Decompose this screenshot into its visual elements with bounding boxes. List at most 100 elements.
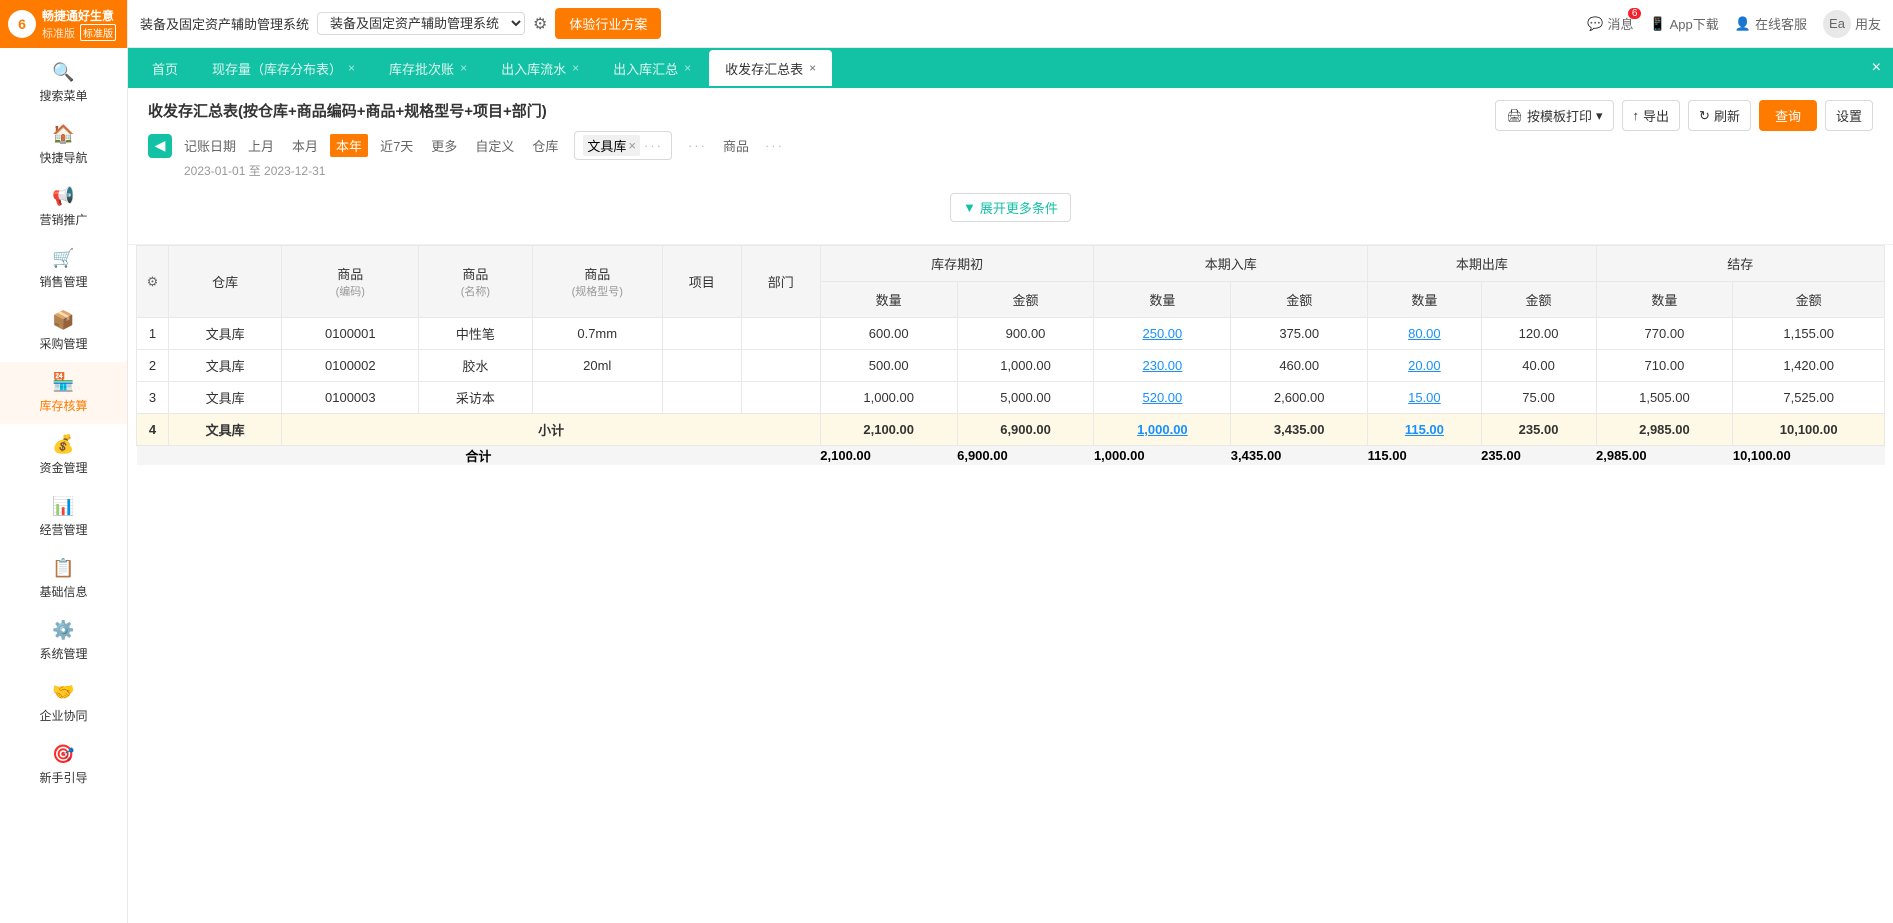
row-begin-amount: 900.00 <box>957 318 1094 350</box>
date-btn-more[interactable]: 更多 <box>425 134 463 157</box>
print-icon: 🖨 <box>1506 108 1523 124</box>
tabbar: 首页 现存量（库存分布表） × 库存批次账 × 出入库流水 × 出入库汇总 × … <box>128 48 1893 88</box>
sub-warehouse: 文具库 <box>169 414 282 446</box>
col-in-amount: 金额 <box>1231 282 1368 318</box>
date-btn-this-year[interactable]: 本年 <box>330 134 368 157</box>
tab-inout-summary-close[interactable]: × <box>684 61 691 75</box>
table-settings-btn[interactable]: 设置 <box>1825 100 1873 131</box>
sidebar-item-sales[interactable]: 🛒 销售管理 <box>0 238 127 300</box>
row-begin-qty: 500.00 <box>820 350 957 382</box>
tab-inout-flow[interactable]: 出入库流水 × <box>485 50 595 86</box>
row-out-qty[interactable]: 15.00 <box>1368 382 1481 414</box>
sub-no: 4 <box>137 414 169 446</box>
col-out-amount: 金额 <box>1481 282 1596 318</box>
row-project <box>662 318 741 350</box>
user-menu[interactable]: Ea 用友 <box>1823 10 1881 38</box>
topbar-right: 💬 消息 6 📱 App下载 👤 在线客服 Ea 用友 <box>1587 10 1881 38</box>
row-begin-qty: 600.00 <box>820 318 957 350</box>
row-project <box>662 350 741 382</box>
sidebar-item-newbie[interactable]: 🎯 新手引导 <box>0 734 127 796</box>
row-begin-qty: 1,000.00 <box>820 382 957 414</box>
service-icon: 👤 <box>1735 16 1751 32</box>
sidebar-item-corp[interactable]: 🤝 企业协同 <box>0 672 127 734</box>
row-in-qty[interactable]: 230.00 <box>1094 350 1231 382</box>
tab-batch[interactable]: 库存批次账 × <box>373 50 483 86</box>
date-btn-custom[interactable]: 自定义 <box>469 134 520 157</box>
tab-home[interactable]: 首页 <box>136 50 194 86</box>
col-bal-amount: 金额 <box>1733 282 1885 318</box>
row-in-qty[interactable]: 520.00 <box>1094 382 1231 414</box>
warehouse-more-dots[interactable]: ··· <box>644 138 663 153</box>
date-btn-this-month[interactable]: 本月 <box>286 134 324 157</box>
row-out-amount: 40.00 <box>1481 350 1596 382</box>
date-range-display: 2023-01-01 至 2023-12-31 <box>184 162 1873 179</box>
tab-inout-summary[interactable]: 出入库汇总 × <box>597 50 707 86</box>
col-out-qty: 数量 <box>1368 282 1481 318</box>
message-icon: 💬 <box>1587 16 1603 32</box>
message-btn[interactable]: 💬 消息 6 <box>1587 14 1633 33</box>
filter-toggle-btn[interactable]: ◀ <box>148 134 172 158</box>
tab-recv-send[interactable]: 收发存汇总表 × <box>709 50 832 86</box>
col-warehouse: 仓库 <box>169 246 282 318</box>
col-dept: 部门 <box>741 246 820 318</box>
tab-inout-flow-close[interactable]: × <box>572 61 579 75</box>
system-select[interactable]: 装备及固定资产辅助管理系统 <box>317 12 525 35</box>
marketing-icon: 📢 <box>52 186 74 207</box>
sidebar-item-inventory[interactable]: 🏪 库存核算 <box>0 362 127 424</box>
tab-stock-dist[interactable]: 现存量（库存分布表） × <box>196 50 371 86</box>
goods-dots[interactable]: ··· <box>765 138 784 153</box>
row-dept <box>741 382 820 414</box>
online-service-btn[interactable]: 👤 在线客服 <box>1735 14 1807 33</box>
sidebar-item-basic[interactable]: 📋 基础信息 <box>0 548 127 610</box>
col-period-begin: 库存期初 <box>820 246 1094 282</box>
tabbar-close-btn[interactable]: × <box>1872 59 1881 77</box>
row-in-qty[interactable]: 250.00 <box>1094 318 1231 350</box>
row-no: 1 <box>137 318 169 350</box>
total-in-qty: 1,000.00 <box>1094 446 1231 466</box>
warehouse-selector[interactable]: 文具库 × ··· <box>574 131 672 160</box>
system-icon: ⚙️ <box>52 620 74 641</box>
query-btn[interactable]: 查询 <box>1759 100 1817 131</box>
total-out-qty: 115.00 <box>1368 446 1481 466</box>
corp-icon: 🤝 <box>52 682 74 703</box>
warehouse-tag-close[interactable]: × <box>628 138 636 153</box>
row-name: 胶水 <box>419 350 532 382</box>
refresh-btn[interactable]: ↻ 刷新 <box>1688 100 1751 131</box>
col-code: 商品(编码) <box>282 246 419 318</box>
trial-btn[interactable]: 体验行业方案 <box>555 8 661 39</box>
sidebar-item-purchase[interactable]: 📦 采购管理 <box>0 300 127 362</box>
sidebar-item-quick[interactable]: 🏠 快捷导航 <box>0 114 127 176</box>
app-download-btn[interactable]: 📱 App下载 <box>1649 14 1718 33</box>
row-warehouse: 文具库 <box>169 350 282 382</box>
expand-conditions-btn[interactable]: ▼ 展开更多条件 <box>950 193 1071 222</box>
print-btn[interactable]: 🖨 按模板打印 ▾ <box>1495 100 1613 131</box>
row-out-qty[interactable]: 20.00 <box>1368 350 1481 382</box>
col-settings-icon[interactable]: ⚙ <box>147 274 159 289</box>
col-project: 项目 <box>662 246 741 318</box>
data-table: ⚙ 仓库 商品(编码) 商品(名称) 商品(规格型号) 项目 部门 库存期初 本… <box>136 245 1885 465</box>
tab-recv-send-close[interactable]: × <box>809 61 816 75</box>
row-in-amount: 2,600.00 <box>1231 382 1368 414</box>
sidebar-item-system[interactable]: ⚙️ 系统管理 <box>0 610 127 672</box>
tab-batch-close[interactable]: × <box>460 61 467 75</box>
warehouse-label: 仓库 <box>532 136 558 155</box>
app-download-label: App下载 <box>1670 14 1719 33</box>
date-btn-7days[interactable]: 近7天 <box>374 134 419 157</box>
sidebar-item-business[interactable]: 📊 经营管理 <box>0 486 127 548</box>
sidebar-item-marketing[interactable]: 📢 营销推广 <box>0 176 127 238</box>
sidebar-item-search[interactable]: 🔍 搜索菜单 <box>0 52 127 114</box>
tab-stock-dist-close[interactable]: × <box>348 61 355 75</box>
export-btn[interactable]: ↑ 导出 <box>1622 100 1681 131</box>
row-out-qty[interactable]: 80.00 <box>1368 318 1481 350</box>
warehouse-filter-row: 仓库 文具库 × ··· ··· 商品 ··· <box>532 131 784 160</box>
row-bal-amount: 1,155.00 <box>1733 318 1885 350</box>
sub-out-qty: 115.00 <box>1368 414 1481 446</box>
warehouse-extra-dots[interactable]: ··· <box>688 138 707 153</box>
settings-gear-icon[interactable]: ⚙ <box>533 14 547 34</box>
row-bal-amount: 1,420.00 <box>1733 350 1885 382</box>
sidebar-item-finance[interactable]: 💰 资金管理 <box>0 424 127 486</box>
col-begin-amount: 金额 <box>957 282 1094 318</box>
logo-icon: 6 <box>8 10 36 38</box>
date-btn-prev-month[interactable]: 上月 <box>242 134 280 157</box>
main-content: 装备及固定资产辅助管理系统 装备及固定资产辅助管理系统 ⚙ 体验行业方案 💬 消… <box>128 0 1893 923</box>
